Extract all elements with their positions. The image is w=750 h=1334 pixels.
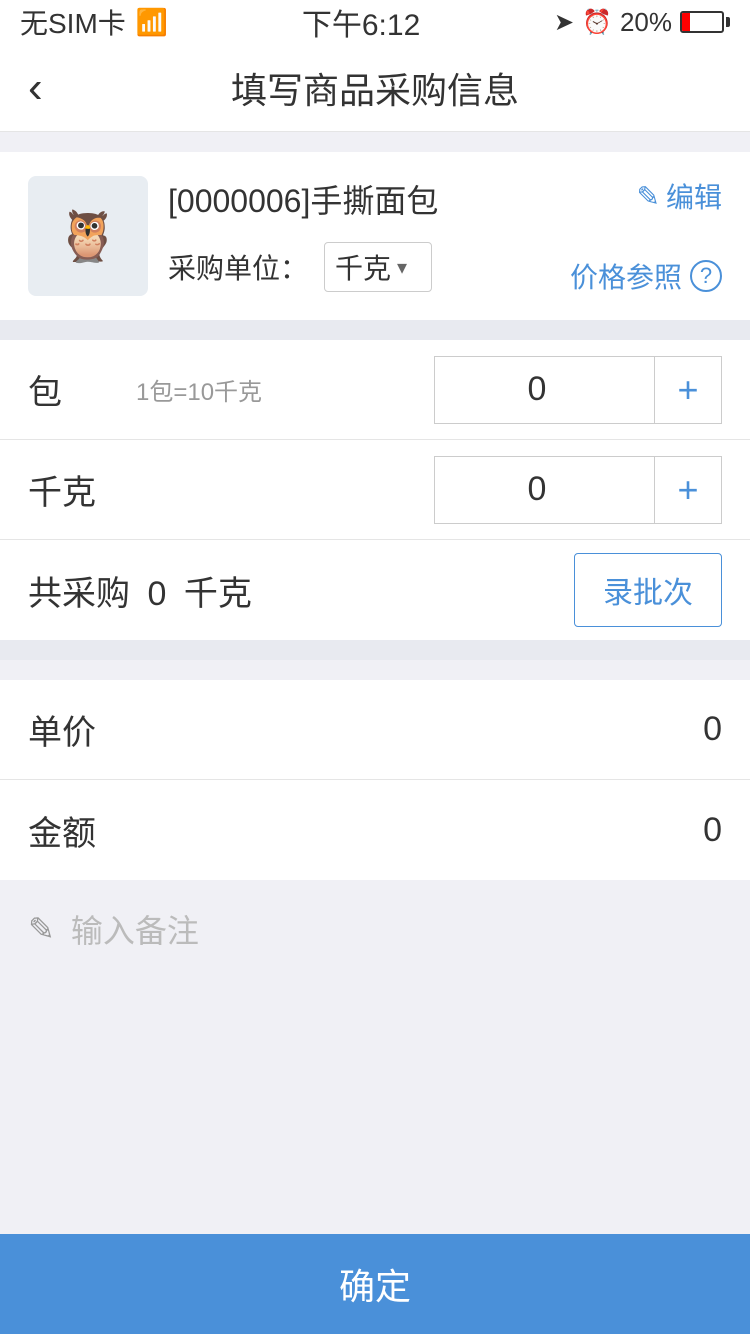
status-left: 无SIM卡 📶 [20, 2, 168, 42]
input-row-bag: 包 1包=10千克 + [0, 340, 750, 440]
back-button[interactable]: ‹ [28, 66, 43, 110]
location-icon: ➤ [554, 8, 574, 37]
price-ref-button[interactable]: 价格参照 ? [570, 256, 722, 296]
status-time: 下午6:12 [302, 0, 420, 44]
bag-control: + [434, 356, 722, 424]
unit-select[interactable]: 千克 ▾ [324, 242, 432, 292]
section-divider-1 [0, 320, 750, 340]
kg-input[interactable] [434, 456, 654, 524]
kg-control: + [434, 456, 722, 524]
status-right: ➤ ⏰ 20% [554, 7, 730, 38]
status-bar: 无SIM卡 📶 下午6:12 ➤ ⏰ 20% [0, 0, 750, 44]
bag-input[interactable] [434, 356, 654, 424]
input-row-kg: 千克 + [0, 440, 750, 540]
unit-arrow-icon: ▾ [397, 255, 407, 280]
bag-label: 包 [28, 365, 128, 414]
product-image: 🦉 [28, 176, 148, 296]
unit-price-label: 单价 [28, 705, 96, 754]
notes-placeholder: 输入备注 [71, 906, 199, 952]
product-card: 🦉 [0000006]手撕面包 采购单位： 千克 ▾ ✎ 编辑 价格参照 ? [0, 152, 750, 320]
price-ref-help-icon: ? [690, 260, 722, 292]
unit-label: 采购单位： [168, 247, 308, 287]
section-divider-2 [0, 640, 750, 660]
battery-icon [680, 11, 730, 33]
notes-icon: ✎ [28, 910, 55, 948]
record-batch-button[interactable]: 录批次 [574, 553, 722, 627]
bag-sublabel: 1包=10千克 [136, 372, 434, 407]
edit-button[interactable]: ✎ 编辑 [637, 176, 722, 216]
price-row-unit: 单价 0 [0, 680, 750, 780]
summary-quantity: 0 [147, 575, 166, 613]
content-space [0, 976, 750, 1276]
confirm-button[interactable]: 确定 [0, 1234, 750, 1334]
carrier-text: 无SIM卡 [20, 2, 126, 42]
price-section: 单价 0 金额 0 [0, 680, 750, 880]
edit-label: 编辑 [666, 176, 722, 216]
kg-label: 千克 [28, 465, 128, 514]
product-logo: 🦉 [57, 207, 119, 266]
unit-value: 千克 [335, 247, 391, 287]
summary-prefix: 共采购 [28, 575, 130, 613]
kg-plus-button[interactable]: + [654, 456, 722, 524]
alarm-icon: ⏰ [582, 8, 612, 37]
summary-row: 共采购 0 千克 录批次 [0, 540, 750, 640]
summary-unit: 千克 [184, 575, 252, 613]
input-section: 包 1包=10千克 + 千克 + [0, 340, 750, 540]
unit-price-value: 0 [703, 710, 722, 749]
nav-bar: ‹ 填写商品采购信息 [0, 44, 750, 132]
price-ref-label: 价格参照 [570, 256, 682, 296]
edit-icon: ✎ [637, 180, 660, 213]
amount-label: 金额 [28, 806, 96, 855]
price-row-amount: 金额 0 [0, 780, 750, 880]
notes-section[interactable]: ✎ 输入备注 [0, 882, 750, 976]
amount-value: 0 [703, 811, 722, 850]
page-title: 填写商品采购信息 [231, 62, 519, 114]
bag-plus-button[interactable]: + [654, 356, 722, 424]
battery-percent: 20% [620, 7, 672, 38]
wifi-icon: 📶 [136, 7, 168, 38]
summary-text: 共采购 0 千克 [28, 566, 252, 615]
